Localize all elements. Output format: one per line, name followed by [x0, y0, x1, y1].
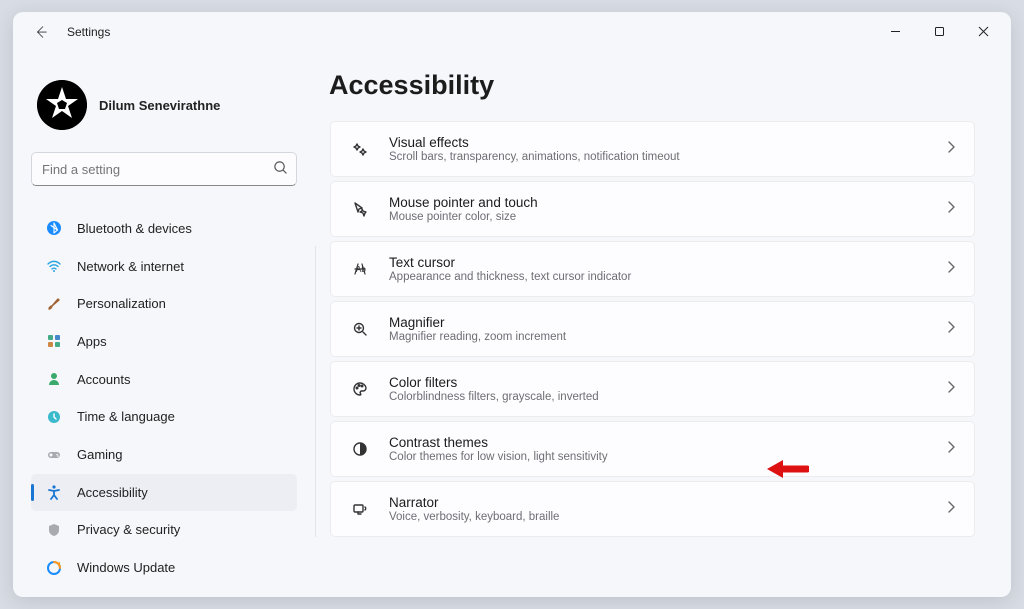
back-button[interactable] — [27, 18, 55, 46]
card-narrator[interactable]: Narrator Voice, verbosity, keyboard, bra… — [330, 481, 975, 537]
settings-window: Settings Dilum Senevirathne — [13, 12, 1011, 597]
card-subtitle: Voice, verbosity, keyboard, braille — [389, 511, 928, 523]
card-title: Text cursor — [389, 255, 928, 270]
settings-cards: Visual effects Scroll bars, transparency… — [315, 121, 975, 537]
cursor-icon — [349, 201, 371, 217]
card-subtitle: Colorblindness filters, grayscale, inver… — [389, 391, 928, 403]
card-text: Narrator Voice, verbosity, keyboard, bra… — [389, 495, 928, 523]
brush-icon — [45, 295, 63, 313]
chevron-right-icon — [946, 140, 956, 158]
search-icon — [273, 160, 288, 180]
sidebar-item-windows-update[interactable]: Windows Update — [31, 549, 297, 586]
card-title: Mouse pointer and touch — [389, 195, 928, 210]
card-visual-effects[interactable]: Visual effects Scroll bars, transparency… — [330, 121, 975, 177]
sidebar-item-gaming[interactable]: Gaming — [31, 436, 297, 473]
chevron-right-icon — [946, 260, 956, 278]
sidebar-item-bluetooth-devices[interactable]: Bluetooth & devices — [31, 210, 297, 247]
search-input[interactable] — [31, 152, 297, 186]
magnify-icon — [349, 321, 371, 337]
card-text: Magnifier Magnifier reading, zoom increm… — [389, 315, 928, 343]
search-wrap — [31, 152, 297, 186]
nav-list: Bluetooth & devices Network & internet Per… — [31, 210, 297, 587]
gamepad-icon — [45, 446, 63, 464]
card-mouse-pointer-and-touch[interactable]: Mouse pointer and touch Mouse pointer co… — [330, 181, 975, 237]
sparkle-icon — [349, 141, 371, 157]
titlebar: Settings — [13, 12, 1011, 52]
chevron-right-icon — [946, 200, 956, 218]
shield-icon — [45, 521, 63, 539]
sidebar-item-label: Bluetooth & devices — [77, 221, 192, 236]
textcursor-icon: Ab — [349, 261, 371, 277]
sidebar-item-personalization[interactable]: Personalization — [31, 285, 297, 322]
sidebar-item-label: Personalization — [77, 296, 166, 311]
card-subtitle: Magnifier reading, zoom increment — [389, 331, 928, 343]
window-title: Settings — [67, 25, 110, 39]
card-subtitle: Scroll bars, transparency, animations, n… — [389, 151, 928, 163]
wifi-icon — [45, 257, 63, 275]
accessibility-icon — [45, 483, 63, 501]
sidebar-item-network-internet[interactable]: Network & internet — [31, 248, 297, 285]
sidebar: Dilum Senevirathne Bluetooth & devices Ne… — [13, 52, 309, 597]
content-area: Accessibility Visual effects Scroll bars… — [309, 52, 1011, 597]
card-subtitle: Appearance and thickness, text cursor in… — [389, 271, 928, 283]
person-icon — [45, 370, 63, 388]
sidebar-item-label: Network & internet — [77, 259, 184, 274]
card-subtitle: Color themes for low vision, light sensi… — [389, 451, 928, 463]
card-color-filters[interactable]: Color filters Colorblindness filters, gr… — [330, 361, 975, 417]
chevron-right-icon — [946, 500, 956, 518]
sidebar-item-label: Privacy & security — [77, 522, 180, 537]
card-magnifier[interactable]: Magnifier Magnifier reading, zoom increm… — [330, 301, 975, 357]
sidebar-item-label: Apps — [77, 334, 107, 349]
card-title: Magnifier — [389, 315, 928, 330]
apps-icon — [45, 332, 63, 350]
card-text: Contrast themes Color themes for low vis… — [389, 435, 928, 463]
maximize-button[interactable] — [917, 16, 961, 46]
card-text: Mouse pointer and touch Mouse pointer co… — [389, 195, 928, 223]
window-controls — [873, 16, 1005, 46]
chevron-right-icon — [946, 440, 956, 458]
sidebar-item-label: Time & language — [77, 409, 175, 424]
sidebar-item-label: Accounts — [77, 372, 130, 387]
palette-icon — [349, 381, 371, 397]
sidebar-item-label: Accessibility — [77, 485, 148, 500]
card-title: Visual effects — [389, 135, 928, 150]
sidebar-item-privacy-security[interactable]: Privacy & security — [31, 512, 297, 549]
card-text: Color filters Colorblindness filters, gr… — [389, 375, 928, 403]
update-icon — [45, 559, 63, 577]
narrator-icon — [349, 501, 371, 517]
sidebar-item-time-language[interactable]: Time & language — [31, 399, 297, 436]
avatar — [37, 80, 87, 130]
contrast-icon — [349, 441, 371, 457]
clock-icon — [45, 408, 63, 426]
card-subtitle: Mouse pointer color, size — [389, 211, 928, 223]
card-text: Visual effects Scroll bars, transparency… — [389, 135, 928, 163]
card-text-cursor[interactable]: Ab Text cursor Appearance and thickness,… — [330, 241, 975, 297]
profile-name: Dilum Senevirathne — [99, 98, 220, 113]
profile[interactable]: Dilum Senevirathne — [37, 80, 297, 130]
minimize-button[interactable] — [873, 16, 917, 46]
card-contrast-themes[interactable]: Contrast themes Color themes for low vis… — [330, 421, 975, 477]
sidebar-item-accessibility[interactable]: Accessibility — [31, 474, 297, 511]
page-title: Accessibility — [329, 70, 975, 101]
chevron-right-icon — [946, 380, 956, 398]
sidebar-item-accounts[interactable]: Accounts — [31, 361, 297, 398]
card-title: Contrast themes — [389, 435, 928, 450]
bluetooth-icon — [45, 219, 63, 237]
card-text: Text cursor Appearance and thickness, te… — [389, 255, 928, 283]
card-title: Narrator — [389, 495, 928, 510]
card-title: Color filters — [389, 375, 928, 390]
sidebar-item-label: Windows Update — [77, 560, 175, 575]
chevron-right-icon — [946, 320, 956, 338]
sidebar-item-apps[interactable]: Apps — [31, 323, 297, 360]
svg-text:Ab: Ab — [356, 265, 366, 274]
sidebar-item-label: Gaming — [77, 447, 123, 462]
close-button[interactable] — [961, 16, 1005, 46]
